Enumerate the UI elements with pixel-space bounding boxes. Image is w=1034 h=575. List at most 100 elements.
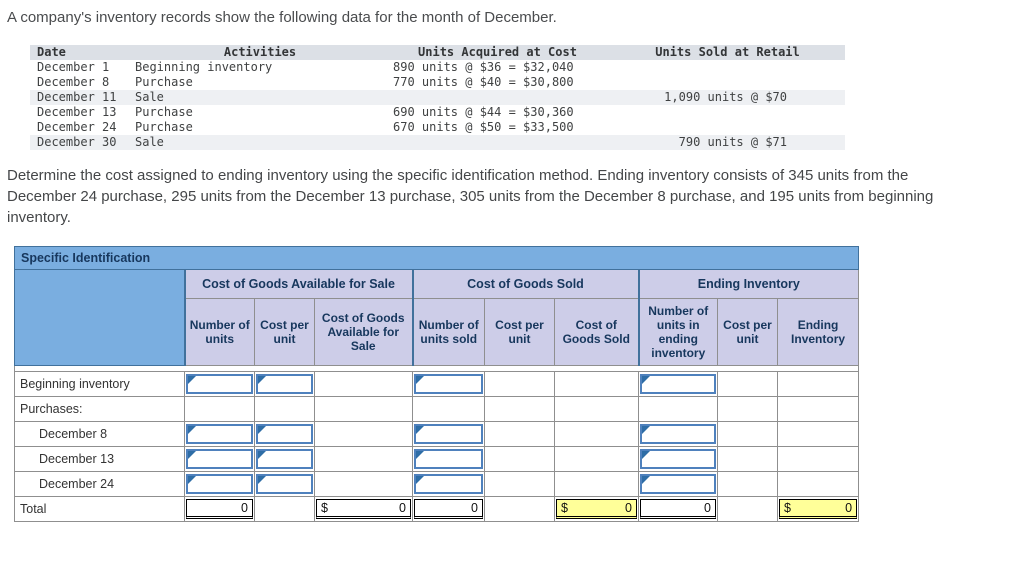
input-units-ending[interactable] [640,474,716,494]
cell [638,371,718,397]
cell-date: December 13 [37,105,117,119]
worksheet-row-december-8: December 8 [14,421,860,447]
cell-date: December 30 [30,135,135,150]
input-number-of-units[interactable] [186,374,253,394]
cell-acquired: 690 units @ $44 = $30,360 [393,105,574,119]
cell [554,396,639,422]
cell [638,421,718,447]
cell-cost-per-unit-sold [484,421,555,447]
row-label: December 13 [14,446,185,472]
col-header-cogafs: Cost of Goods Available for Sale [314,298,413,366]
cell [254,396,315,422]
table-row: December 8 Purchase 770 units @ $40 = $3… [30,75,845,90]
cell [412,471,485,497]
col-header-date: Date [30,45,135,60]
cell-acquired [385,135,610,150]
answer-flag-icon [642,451,650,459]
col-header-cogs: Cost of Goods Sold [554,298,639,366]
corner-cell [14,269,185,366]
cell-ending-inventory [776,421,860,447]
cell [314,396,413,422]
cell-cogafs [314,471,413,497]
input-units-ending[interactable] [640,424,716,444]
row-label: December 8 [14,421,185,447]
total-cogs: $0 [556,499,637,519]
answer-flag-icon [188,426,196,434]
cell-sold [610,120,845,135]
answer-flag-icon [188,476,196,484]
answer-flag-icon [416,426,424,434]
worksheet-row-december-24: December 24 [14,471,860,497]
worksheet-row-beginning-inventory: Beginning inventory [14,371,860,397]
answer-flag-icon [188,451,196,459]
cell [184,471,255,497]
cell [184,421,255,447]
table-row: December 1 Beginning inventory 890 units… [30,60,845,75]
col-header-units-acquired: Units Acquired at Cost [385,45,610,60]
table-row: December 30 Sale 790 units @ $71 [30,135,845,150]
cell-cost-per-unit-sold [484,471,555,497]
answer-flag-icon [642,376,650,384]
answer-flag-icon [258,476,266,484]
input-units-sold[interactable] [414,474,483,494]
specific-identification-worksheet: Specific Identification Cost of Goods Av… [13,246,860,522]
col-header-units-sold: Units Sold at Retail [610,45,845,60]
input-units-ending[interactable] [640,374,716,394]
input-cost-per-unit[interactable] [256,474,313,494]
input-cost-per-unit[interactable] [256,449,313,469]
answer-flag-icon [642,476,650,484]
col-header-cost-per-unit: Cost per unit [254,298,315,366]
input-units-sold[interactable] [414,424,483,444]
cell-sold [610,60,845,75]
cell-sold [610,75,845,90]
cell [254,446,315,472]
total-cogafs: $0 [316,499,411,519]
input-cost-per-unit[interactable] [256,374,313,394]
input-units-sold[interactable] [414,449,483,469]
input-cost-per-unit[interactable] [256,424,313,444]
row-label: December 24 [14,471,185,497]
cell [412,396,485,422]
cell-activity: Sale [135,135,385,150]
group-header-cogafs: Cost of Goods Available for Sale [183,269,413,299]
col-header-cost-per-unit-ending: Cost per unit [717,298,778,366]
cell [254,371,315,397]
total-number-of-units: 0 [186,499,253,519]
col-header-cost-per-unit-sold: Cost per unit [484,298,555,366]
cell [717,396,778,422]
group-header-row: Cost of Goods Available for Sale Cost of… [14,269,860,366]
cell-activity: Purchase [135,120,193,134]
cell [412,371,485,397]
total-units-sold: 0 [414,499,483,519]
cell [484,496,555,522]
input-units-sold[interactable] [414,374,483,394]
input-number-of-units[interactable] [186,424,253,444]
cell-date: December 1 [37,60,110,74]
inventory-header-row: Date Activities Units Acquired at Cost U… [30,45,845,60]
cell-cost-per-unit-ending [717,471,778,497]
table-row: December 24 Purchase 670 units @ $50 = $… [30,120,845,135]
table-row: December 11 Sale 1,090 units @ $70 [30,90,845,105]
input-number-of-units[interactable] [186,449,253,469]
answer-flag-icon [416,451,424,459]
col-header-number-of-units: Number of units [183,298,255,366]
dollar-sign: $ [561,501,568,515]
cell [254,496,315,522]
group-header-cogs: Cost of Goods Sold [411,269,639,299]
group-header-ending-inventory: Ending Inventory [637,269,860,299]
input-units-ending[interactable] [640,449,716,469]
cell-acquired: 770 units @ $40 = $30,800 [393,75,574,89]
cell-date: December 24 [37,120,117,134]
cell: 0 [412,496,485,522]
cell [776,396,860,422]
problem-statement: A company's inventory records show the f… [7,9,557,26]
cell-date: December 8 [37,75,110,89]
cell-cogafs [314,371,413,397]
answer-flag-icon [258,426,266,434]
total-ending-inventory: $0 [779,499,858,519]
answer-flag-icon [258,451,266,459]
total-units-ending: 0 [640,499,716,519]
input-number-of-units[interactable] [186,474,253,494]
cell-cogafs [314,421,413,447]
cell [484,396,555,422]
